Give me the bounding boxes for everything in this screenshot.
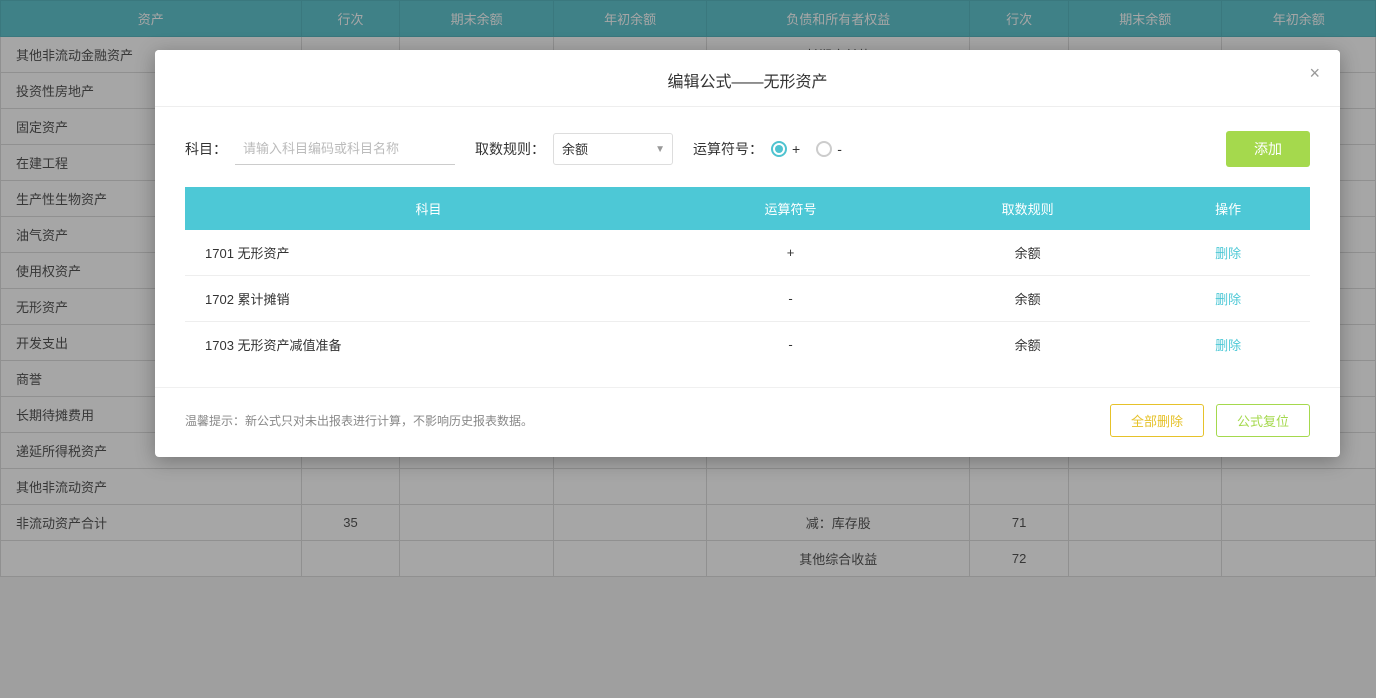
table-row: 1703 无形资产减值准备 - 余额 删除	[185, 322, 1310, 368]
radio-minus[interactable]: -	[816, 141, 842, 157]
modal-title: 编辑公式——无形资产	[667, 74, 827, 91]
formula-reset-button[interactable]: 公式复位	[1216, 404, 1310, 437]
operator-group: 运算符号： + -	[693, 139, 842, 159]
formula-form-row: 科目： 取数规则： 余额 借方余额 贷方余额 借方发生额 贷方发生额 ▼	[185, 131, 1310, 167]
subject-input[interactable]	[235, 133, 455, 165]
radio-minus-label: -	[837, 141, 842, 157]
operator-radio-group: + -	[771, 141, 842, 157]
rule-label: 取数规则：	[475, 139, 545, 159]
radio-plus-circle	[771, 141, 787, 157]
footer-hint-text: 温馨提示：新公式只对未出报表进行计算，不影响历史报表数据。	[185, 412, 533, 429]
footer-buttons: 全部删除 公式复位	[1110, 404, 1310, 437]
edit-formula-modal: 编辑公式——无形资产 × 科目： 取数规则： 余额 借方余额 贷方余额 借方发生…	[155, 50, 1340, 457]
cell-action: 删除	[1146, 276, 1310, 322]
cell-action: 删除	[1146, 322, 1310, 368]
table-header-row: 科目 运算符号 取数规则 操作	[185, 187, 1310, 230]
cell-operator: +	[672, 230, 909, 276]
cell-rule: 余额	[909, 276, 1146, 322]
formula-table: 科目 运算符号 取数规则 操作 1701 无形资产 + 余额 删除 1702 累…	[185, 187, 1310, 367]
col-action: 操作	[1146, 187, 1310, 230]
table-row: 1702 累计摊销 - 余额 删除	[185, 276, 1310, 322]
cell-subject: 1703 无形资产减值准备	[185, 322, 672, 368]
rule-group: 取数规则： 余额 借方余额 贷方余额 借方发生额 贷方发生额 ▼	[475, 133, 673, 165]
radio-plus-label: +	[792, 141, 800, 157]
subject-label: 科目：	[185, 139, 227, 159]
delete-link[interactable]: 删除	[1215, 292, 1241, 307]
cell-action: 删除	[1146, 230, 1310, 276]
delete-all-button[interactable]: 全部删除	[1110, 404, 1204, 437]
modal-header: 编辑公式——无形资产 ×	[155, 50, 1340, 107]
cell-rule: 余额	[909, 230, 1146, 276]
operator-label: 运算符号：	[693, 139, 763, 159]
close-button[interactable]: ×	[1309, 64, 1320, 82]
add-button[interactable]: 添加	[1226, 131, 1310, 167]
cell-subject: 1702 累计摊销	[185, 276, 672, 322]
cell-rule: 余额	[909, 322, 1146, 368]
modal-footer: 温馨提示：新公式只对未出报表进行计算，不影响历史报表数据。 全部删除 公式复位	[155, 387, 1340, 457]
cell-operator: -	[672, 322, 909, 368]
rule-select[interactable]: 余额 借方余额 贷方余额 借方发生额 贷方发生额	[553, 133, 673, 165]
col-rule: 取数规则	[909, 187, 1146, 230]
cell-operator: -	[672, 276, 909, 322]
col-subject: 科目	[185, 187, 672, 230]
subject-group: 科目：	[185, 133, 455, 165]
col-operator: 运算符号	[672, 187, 909, 230]
radio-plus[interactable]: +	[771, 141, 800, 157]
rule-select-container: 余额 借方余额 贷方余额 借方发生额 贷方发生额 ▼	[553, 133, 673, 165]
radio-minus-circle	[816, 141, 832, 157]
delete-link[interactable]: 删除	[1215, 246, 1241, 261]
modal-body: 科目： 取数规则： 余额 借方余额 贷方余额 借方发生额 贷方发生额 ▼	[155, 107, 1340, 387]
table-row: 1701 无形资产 + 余额 删除	[185, 230, 1310, 276]
cell-subject: 1701 无形资产	[185, 230, 672, 276]
delete-link[interactable]: 删除	[1215, 338, 1241, 353]
